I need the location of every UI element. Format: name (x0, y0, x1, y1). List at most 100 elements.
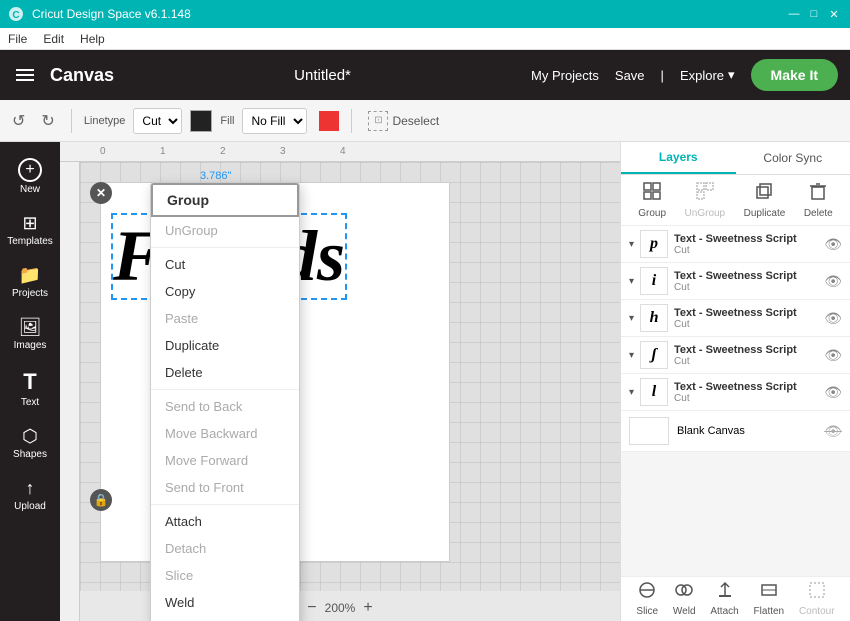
layer-visibility-icon[interactable]: 👁 (824, 347, 842, 364)
explore-button[interactable]: Explore ▾ (680, 67, 735, 83)
close-button[interactable]: ✕ (826, 6, 842, 22)
minimize-button[interactable]: — (786, 6, 802, 22)
images-icon: 🖼 (19, 317, 42, 338)
color-picker-button[interactable] (319, 111, 339, 131)
layer-info: Text - Sweetness Script Cut (674, 344, 818, 367)
left-sidebar: + New ⊞ Templates 📁 Projects 🖼 Images T … (0, 142, 60, 621)
list-item[interactable]: ▾ ʃ Text - Sweetness Script Cut 👁 (621, 337, 850, 374)
weld-label: Weld (673, 606, 696, 617)
context-delete-button[interactable]: Delete (151, 359, 299, 386)
my-projects-link[interactable]: My Projects (531, 68, 599, 83)
save-button[interactable]: Save (615, 68, 645, 83)
tab-color-sync[interactable]: Color Sync (736, 142, 850, 174)
context-detach-button[interactable]: Detach (151, 535, 299, 562)
hamburger-button[interactable] (12, 65, 38, 85)
list-item[interactable]: ▾ h Text - Sweetness Script Cut 👁 (621, 300, 850, 337)
panel-ungroup-button[interactable]: UnGroup (685, 181, 726, 219)
ruler-mark-3: 2 (220, 146, 226, 157)
layer-sub: Cut (674, 245, 818, 256)
sidebar-item-new[interactable]: + New (0, 150, 60, 203)
menu-file[interactable]: File (8, 32, 27, 46)
panel-delete-button[interactable]: Delete (804, 181, 833, 219)
blank-canvas-item[interactable]: Blank Canvas 👁 (621, 411, 850, 452)
menu-help[interactable]: Help (80, 32, 105, 46)
context-flatten-button[interactable]: Flatten (151, 616, 299, 621)
toolbar-separator-2 (351, 109, 352, 133)
toolbar: ↺ ↻ Linetype Cut Fill No Fill ⊡ Deselect (0, 100, 850, 142)
blank-canvas-visibility-icon[interactable]: 👁 (824, 423, 842, 440)
duplicate-icon (754, 181, 774, 206)
attach-icon (716, 581, 734, 604)
header-divider: | (661, 68, 664, 83)
context-ungroup-button[interactable]: UnGroup (151, 217, 299, 244)
linetype-select[interactable]: Cut (133, 108, 182, 134)
upload-icon: ↑ (26, 478, 35, 499)
layer-thumbnail: p (640, 230, 668, 258)
sidebar-item-images[interactable]: 🖼 Images (0, 309, 60, 359)
zoom-out-button[interactable]: − (307, 599, 316, 617)
titlebar: C Cricut Design Space v6.1.148 — □ ✕ (0, 0, 850, 28)
undo-button[interactable]: ↺ (8, 107, 29, 135)
context-group-button[interactable]: Group (151, 183, 299, 217)
list-item[interactable]: ▾ i Text - Sweetness Script Cut 👁 (621, 263, 850, 300)
slice-button[interactable]: Slice (636, 581, 658, 617)
canvas-close-button[interactable]: ✕ (90, 182, 112, 204)
layer-sub: Cut (674, 319, 818, 330)
canvas-lock-button[interactable]: 🔒 (90, 489, 112, 511)
list-item[interactable]: ▾ p Text - Sweetness Script Cut 👁 (621, 226, 850, 263)
sidebar-item-templates[interactable]: ⊞ Templates (0, 205, 60, 255)
sidebar-item-text[interactable]: T Text (0, 361, 60, 416)
make-it-button[interactable]: Make It (751, 59, 838, 91)
context-slice-button[interactable]: Slice (151, 562, 299, 589)
context-send-to-back-button[interactable]: Send to Back (151, 393, 299, 420)
flatten-button[interactable]: Flatten (754, 581, 785, 617)
context-move-forward-button[interactable]: Move Forward (151, 447, 299, 474)
sidebar-item-shapes[interactable]: ⬡ Shapes (0, 418, 60, 468)
layer-visibility-icon[interactable]: 👁 (824, 236, 842, 253)
sidebar-item-projects[interactable]: 📁 Projects (0, 257, 60, 307)
contour-button[interactable]: Contour (799, 581, 835, 617)
weld-button[interactable]: Weld (673, 581, 696, 617)
flatten-icon (760, 581, 778, 604)
context-duplicate-button[interactable]: Duplicate (151, 332, 299, 359)
layer-thumbnail: i (640, 267, 668, 295)
zoom-controls: − 200% + (60, 599, 620, 617)
attach-button[interactable]: Attach (710, 581, 738, 617)
layer-name: Text - Sweetness Script (674, 381, 818, 393)
context-paste-button[interactable]: Paste (151, 305, 299, 332)
titlebar-title: Cricut Design Space v6.1.148 (32, 7, 778, 21)
context-send-to-front-button[interactable]: Send to Front (151, 474, 299, 501)
fill-color-swatch[interactable] (190, 110, 212, 132)
weld-icon (675, 581, 693, 604)
sidebar-item-upload[interactable]: ↑ Upload (0, 470, 60, 520)
context-weld-button[interactable]: Weld (151, 589, 299, 616)
project-title[interactable]: Untitled* (294, 67, 351, 84)
layer-visibility-icon[interactable]: 👁 (824, 310, 842, 327)
zoom-level: 200% (325, 601, 356, 615)
cricut-logo-icon: C (8, 6, 24, 22)
fill-select[interactable]: No Fill (242, 108, 307, 134)
panel-group-button[interactable]: Group (638, 181, 666, 219)
context-move-backward-button[interactable]: Move Backward (151, 420, 299, 447)
projects-icon: 📁 (19, 265, 41, 286)
layer-visibility-icon[interactable]: 👁 (824, 273, 842, 290)
layer-visibility-icon[interactable]: 👁 (824, 384, 842, 401)
flatten-label: Flatten (754, 606, 785, 617)
layer-chevron-icon: ▾ (629, 313, 634, 324)
list-item[interactable]: ▾ l Text - Sweetness Script Cut 👁 (621, 374, 850, 411)
hamburger-line-1 (16, 69, 34, 71)
zoom-in-button[interactable]: + (363, 599, 372, 617)
tab-layers[interactable]: Layers (621, 142, 736, 174)
context-copy-button[interactable]: Copy (151, 278, 299, 305)
context-attach-button[interactable]: Attach (151, 508, 299, 535)
panel-duplicate-button[interactable]: Duplicate (744, 181, 786, 219)
blank-canvas-label: Blank Canvas (677, 425, 816, 437)
slice-icon (638, 581, 656, 604)
redo-button[interactable]: ↻ (37, 107, 58, 135)
menu-edit[interactable]: Edit (43, 32, 64, 46)
maximize-button[interactable]: □ (806, 6, 822, 22)
context-cut-button[interactable]: Cut (151, 251, 299, 278)
deselect-button[interactable]: ⊡ Deselect (368, 111, 439, 131)
layer-sub: Cut (674, 393, 818, 404)
panel-delete-label: Delete (804, 208, 833, 219)
